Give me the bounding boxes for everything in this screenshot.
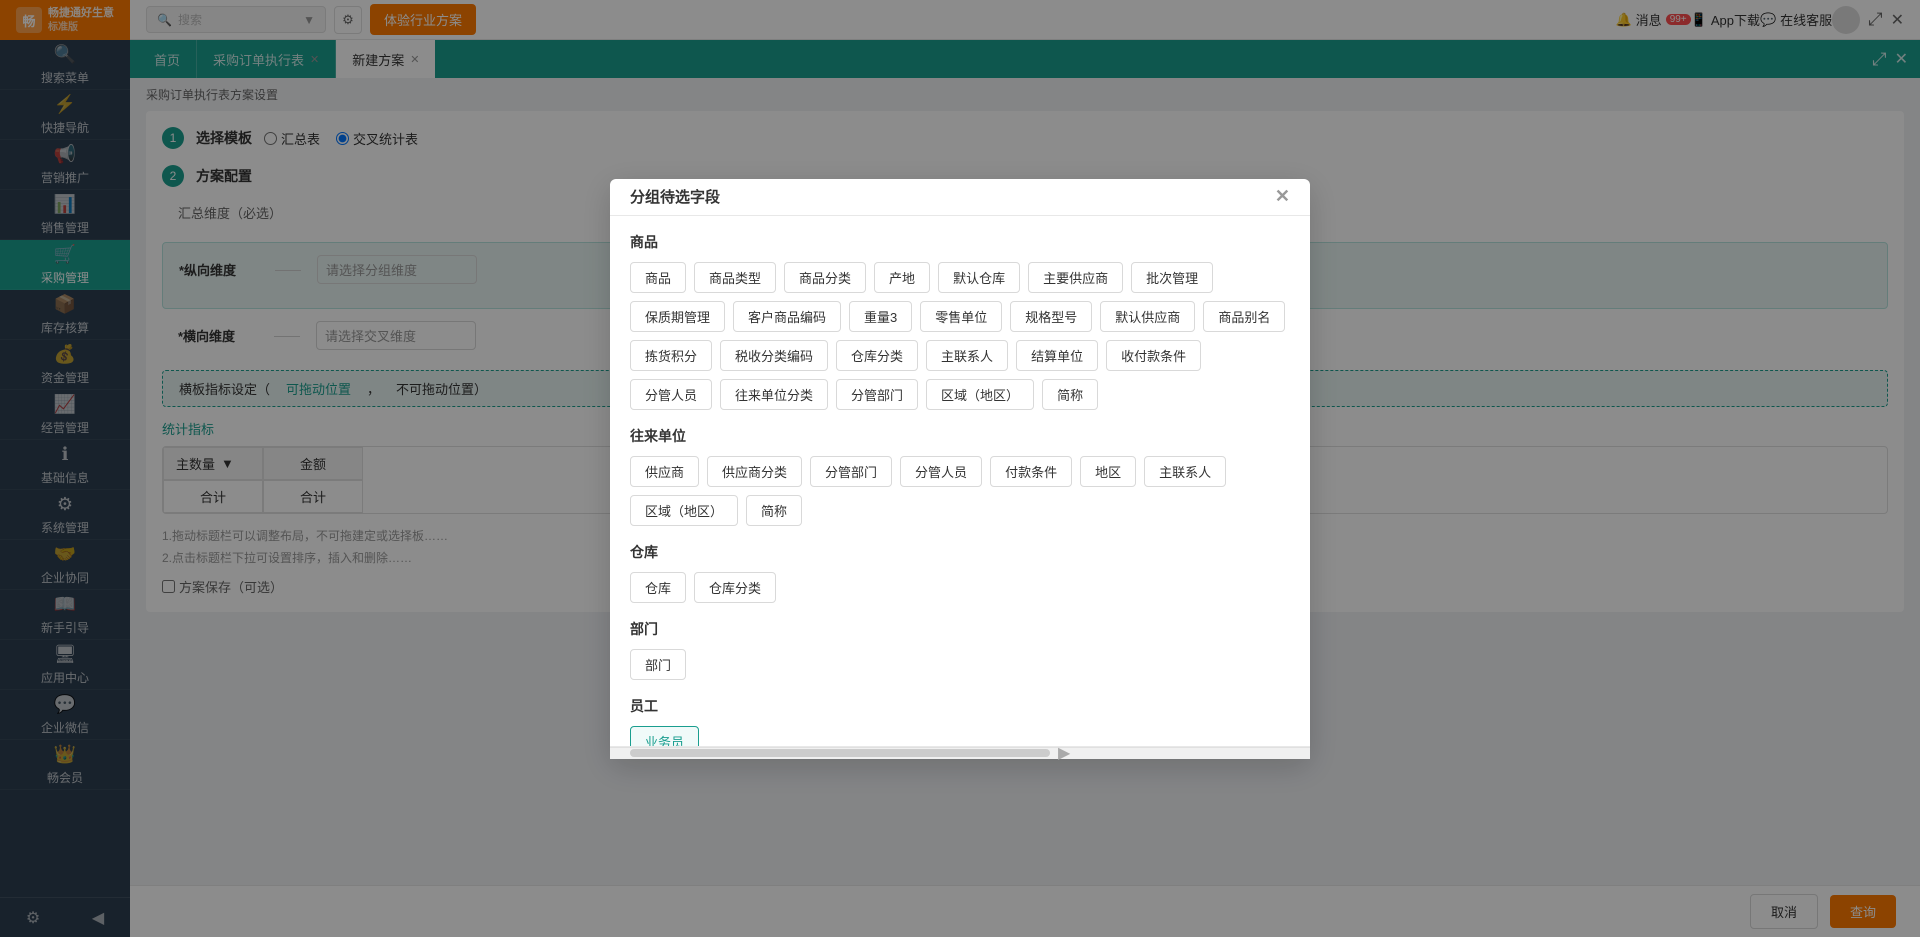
tag-spec[interactable]: 规格型号 [1010, 301, 1092, 332]
section-warehouse: 仓库 仓库 仓库分类 [630, 542, 1290, 603]
tag-tax-code[interactable]: 税收分类编码 [720, 340, 828, 371]
tag-supplier[interactable]: 供应商 [630, 456, 699, 487]
tag-main-supplier[interactable]: 主要供应商 [1028, 262, 1123, 293]
tag-salesperson[interactable]: 业务员 [630, 726, 699, 746]
tag-partner-category[interactable]: 往来单位分类 [720, 379, 828, 410]
section-partner-title: 往来单位 [630, 426, 1290, 446]
tag-goods-category[interactable]: 商品分类 [784, 262, 866, 293]
section-goods: 商品 商品 商品类型 商品分类 产地 默认仓库 主要供应商 批次管理 保质期管理… [630, 232, 1290, 410]
tag-pick-score[interactable]: 拣货积分 [630, 340, 712, 371]
modal-hscroll-thumb[interactable] [630, 749, 1050, 757]
tag-warehouse[interactable]: 仓库 [630, 572, 686, 603]
tag-goods[interactable]: 商品 [630, 262, 686, 293]
section-warehouse-title: 仓库 [630, 542, 1290, 562]
tag-main-contact[interactable]: 主联系人 [926, 340, 1008, 371]
section-dept: 部门 部门 [630, 619, 1290, 680]
tag-short-name[interactable]: 简称 [1042, 379, 1098, 410]
tag-shelf-life[interactable]: 保质期管理 [630, 301, 725, 332]
tag-retail-unit[interactable]: 零售单位 [920, 301, 1002, 332]
tag-region[interactable]: 区域（地区） [926, 379, 1034, 410]
tag-alias[interactable]: 商品别名 [1203, 301, 1285, 332]
modal-footer: ▶ [610, 746, 1310, 759]
warehouse-tags: 仓库 仓库分类 [630, 572, 1290, 603]
section-dept-title: 部门 [630, 619, 1290, 639]
tag-batch[interactable]: 批次管理 [1131, 262, 1213, 293]
section-goods-title: 商品 [630, 232, 1290, 252]
tag-settlement-unit[interactable]: 结算单位 [1016, 340, 1098, 371]
section-employee: 员工 业务员 [630, 696, 1290, 746]
section-employee-title: 员工 [630, 696, 1290, 716]
modal-body: 商品 商品 商品类型 商品分类 产地 默认仓库 主要供应商 批次管理 保质期管理… [610, 216, 1310, 746]
tag-area[interactable]: 地区 [1080, 456, 1136, 487]
tag-supervisor[interactable]: 分管人员 [630, 379, 712, 410]
tag-region2[interactable]: 区域（地区） [630, 495, 738, 526]
section-partner: 往来单位 供应商 供应商分类 分管部门 分管人员 付款条件 地区 主联系人 区域… [630, 426, 1290, 526]
goods-tags: 商品 商品类型 商品分类 产地 默认仓库 主要供应商 批次管理 保质期管理 客户… [630, 262, 1290, 410]
scroll-right-arrow[interactable]: ▶ [1058, 743, 1070, 763]
tag-default-supplier[interactable]: 默认供应商 [1100, 301, 1195, 332]
tag-main-contact2[interactable]: 主联系人 [1144, 456, 1226, 487]
tag-dept2[interactable]: 分管部门 [810, 456, 892, 487]
tag-weight[interactable]: 重量3 [849, 301, 912, 332]
tag-default-warehouse[interactable]: 默认仓库 [938, 262, 1020, 293]
tag-warehouse-category[interactable]: 仓库分类 [836, 340, 918, 371]
tag-short-name2[interactable]: 简称 [746, 495, 802, 526]
tag-goods-type[interactable]: 商品类型 [694, 262, 776, 293]
tag-supplier-category[interactable]: 供应商分类 [707, 456, 802, 487]
tag-dept[interactable]: 分管部门 [836, 379, 918, 410]
modal: 分组待选字段 ✕ 商品 商品 商品类型 商品分类 产地 默认仓库 主要供应商 批… [610, 179, 1310, 759]
tag-origin[interactable]: 产地 [874, 262, 930, 293]
modal-title: 分组待选字段 [630, 186, 720, 207]
tag-customer-code[interactable]: 客户商品编码 [733, 301, 841, 332]
tag-payment-cond[interactable]: 付款条件 [990, 456, 1072, 487]
tag-department[interactable]: 部门 [630, 649, 686, 680]
partner-tags: 供应商 供应商分类 分管部门 分管人员 付款条件 地区 主联系人 区域（地区） … [630, 456, 1290, 526]
modal-close-button[interactable]: ✕ [1275, 186, 1290, 207]
tag-warehouse-cat[interactable]: 仓库分类 [694, 572, 776, 603]
tag-payment-terms[interactable]: 收付款条件 [1106, 340, 1201, 371]
dept-tags: 部门 [630, 649, 1290, 680]
modal-overlay[interactable]: 分组待选字段 ✕ 商品 商品 商品类型 商品分类 产地 默认仓库 主要供应商 批… [0, 0, 1920, 937]
modal-hscrollbar[interactable]: ▶ [610, 747, 1310, 759]
tag-supervisor2[interactable]: 分管人员 [900, 456, 982, 487]
modal-header: 分组待选字段 ✕ [610, 179, 1310, 216]
employee-tags: 业务员 [630, 726, 1290, 746]
